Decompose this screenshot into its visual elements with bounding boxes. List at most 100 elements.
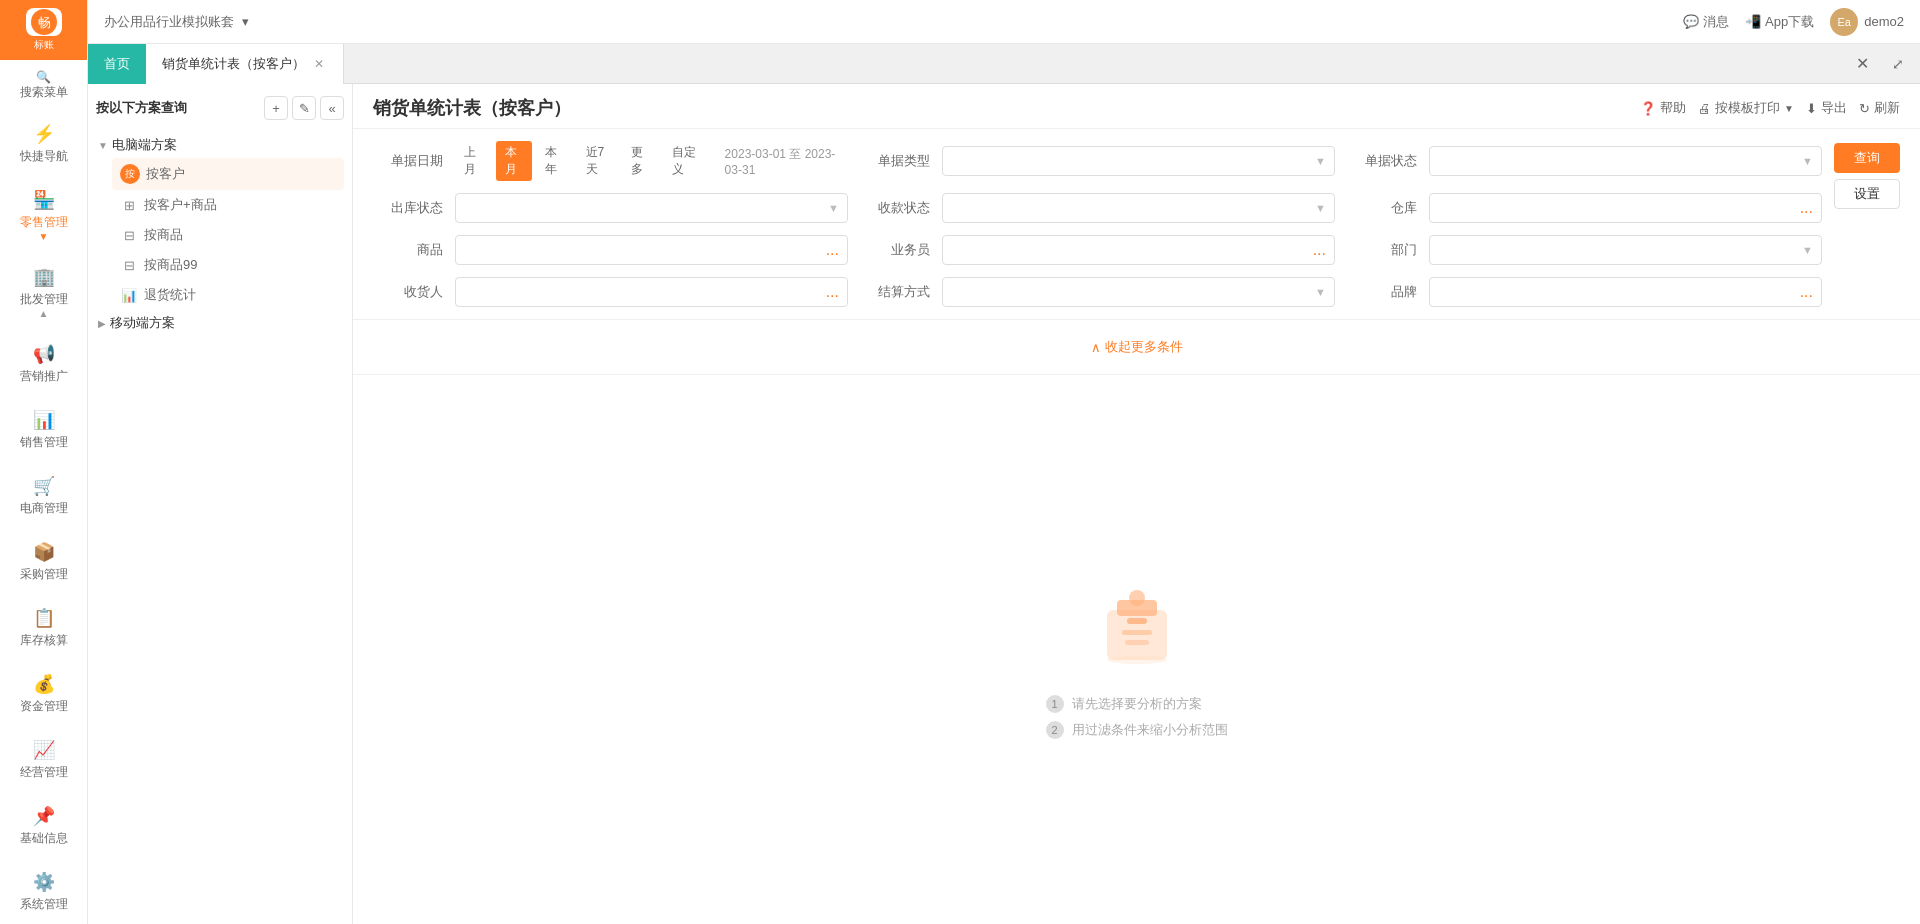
retail-icon: 🏪 [33,189,55,211]
left-panel: 按以下方案查询 + ✎ « ▼ 电脑端方案 [88,84,353,924]
tab-sales-stat-close[interactable]: ✕ [311,56,327,72]
inventory-label: 库存核算 [20,632,68,649]
add-scheme-btn[interactable]: + [264,96,288,120]
date-tab-thisyear[interactable]: 本年 [536,141,573,181]
industry-selector[interactable]: 办公用品行业模拟账套 [104,13,234,31]
sidebar-item-finance[interactable]: 💰 资金管理 [0,661,87,727]
by-goods-icon: ⊟ [120,226,138,244]
sidebar-item-sales[interactable]: 📊 销售管理 [0,397,87,463]
message-btn[interactable]: 💬 消息 [1683,13,1729,31]
export-btn[interactable]: ⬇ 导出 [1806,99,1847,117]
date-label: 单据日期 [373,152,443,170]
brand-select[interactable]: ... [1429,277,1822,307]
tree-child-by-customer-goods[interactable]: ⊞ 按客户+商品 [112,190,344,220]
query-btn[interactable]: 查询 [1834,143,1900,173]
refresh-btn[interactable]: ↻ 刷新 [1859,99,1900,117]
by-goods-label: 按商品 [144,226,183,244]
inventory-icon: 📋 [33,607,55,629]
collapse-panel-btn[interactable]: « [320,96,344,120]
print-dropdown-icon: ▼ [1784,103,1794,114]
tree-child-return-stats[interactable]: 📊 退货统计 [112,280,344,310]
svg-rect-7 [1125,640,1149,645]
collapse-up-icon: ∧ [1091,340,1101,355]
tab-home[interactable]: 首页 [88,44,146,84]
tab-sales-stat-label: 销货单统计表（按客户） [162,55,305,73]
department-caret: ▼ [1802,244,1813,256]
user-area[interactable]: Ea demo2 [1830,8,1904,36]
type-label: 单据类型 [860,152,930,170]
sales-icon: 📊 [33,409,55,431]
collapse-label: 收起更多条件 [1105,338,1183,356]
sidebar-item-system[interactable]: ⚙️ 系统管理 [0,859,87,924]
tree-parent-mobile[interactable]: ▶ 移动端方案 [96,310,344,336]
type-field-wrap: ▼ [942,146,1335,176]
edit-scheme-btn[interactable]: ✎ [292,96,316,120]
date-tab-custom[interactable]: 自定义 [663,141,709,181]
left-panel-title: 按以下方案查询 [96,99,187,117]
date-tab-more[interactable]: 更多 [622,141,659,181]
industry-dropdown-icon[interactable]: ▾ [242,14,249,29]
sidebar-item-purchase[interactable]: 📦 采购管理 [0,529,87,595]
warehouse-select[interactable]: ... [1429,193,1822,223]
sidebar-item-marketing[interactable]: 📢 营销推广 [0,331,87,397]
marketing-icon: 📢 [33,343,55,365]
department-select[interactable]: ▼ [1429,235,1822,265]
system-icon: ⚙️ [33,871,55,893]
date-tab-lastmonth[interactable]: 上月 [455,141,492,181]
tab-sales-stat[interactable]: 销货单统计表（按客户） ✕ [146,44,344,84]
receiver-select[interactable]: ... [455,277,848,307]
app-download-btn[interactable]: 📲 App下载 [1745,13,1814,31]
sidebar-item-quicknav[interactable]: ⚡ 快捷导航 [0,111,87,177]
sidebar-item-wholesale[interactable]: 🏢 批发管理 ▲ [0,254,87,331]
tree-parent-desktop[interactable]: ▼ 电脑端方案 [96,132,344,158]
tree-arrow-mobile: ▶ [98,318,106,329]
sidebar-item-retail[interactable]: 🏪 零售管理 ▼ [0,177,87,254]
goods-label: 商品 [373,241,443,259]
filter-row-4: 收货人 ... 结算方式 ▼ [373,277,1822,307]
tree-child-by-goods[interactable]: ⊟ 按商品 [112,220,344,250]
sidebar-item-ecommerce[interactable]: 🛒 电商管理 [0,463,87,529]
purchase-label: 采购管理 [20,566,68,583]
tab-bar: 首页 销货单统计表（按客户） ✕ ✕ ⤢ [88,44,1920,84]
tab-maximize-btn[interactable]: ⤢ [1884,50,1912,78]
sidebar-item-basic[interactable]: 📌 基础信息 [0,793,87,859]
print-btn[interactable]: 🖨 按模板打印 ▼ [1698,99,1794,117]
status-select[interactable]: ▼ [1429,146,1822,176]
date-tab-thismonth[interactable]: 本月 [496,141,533,181]
top-bar: 办公用品行业模拟账套 ▾ 💬 消息 📲 App下载 Ea demo2 [88,0,1920,44]
avatar: Ea [1830,8,1858,36]
tab-close-btn[interactable]: ✕ [1848,50,1876,78]
out-status-select[interactable]: ▼ [455,193,848,223]
empty-tip-1: 1 请先选择要分析的方案 [1046,695,1228,713]
help-btn[interactable]: ❓ 帮助 [1640,99,1686,117]
salesperson-dots: ... [1313,241,1326,259]
retail-label: 零售管理 [20,214,68,231]
salesperson-select[interactable]: ... [942,235,1335,265]
brand-wrap: ... [1429,277,1822,307]
pay-status-caret: ▼ [1315,202,1326,214]
type-select[interactable]: ▼ [942,146,1335,176]
pay-status-select[interactable]: ▼ [942,193,1335,223]
payment-method-select[interactable]: ▼ [942,277,1335,307]
by-customer-label: 按客户 [146,165,185,183]
svg-text:畅: 畅 [37,15,50,30]
page-header-actions: ❓ 帮助 🖨 按模板打印 ▼ ⬇ 导出 ↻ 刷新 [1640,99,1900,117]
brand-label: 品牌 [1347,283,1417,301]
sidebar-item-inventory[interactable]: 📋 库存核算 [0,595,87,661]
main-wrapper: 办公用品行业模拟账套 ▾ 💬 消息 📲 App下载 Ea demo2 首页 销货… [88,0,1920,924]
goods-select[interactable]: ... [455,235,848,265]
sidebar-item-operations[interactable]: 📈 经营管理 [0,727,87,793]
message-label: 消息 [1703,13,1729,31]
tree-children-desktop: 按 按客户 ⊞ 按客户+商品 ⊟ 按商品 ⊟ 按商品99 [96,158,344,310]
date-tab-7days[interactable]: 近7天 [577,141,619,181]
pay-status-wrap: ▼ [942,193,1335,223]
setting-btn[interactable]: 设置 [1834,179,1900,209]
tree-child-by-customer[interactable]: 按 按客户 [112,158,344,190]
refresh-icon: ↻ [1859,101,1870,116]
sidebar-search[interactable]: 🔍 搜索菜单 [0,60,87,111]
page-title: 销货单统计表（按客户） [373,96,571,120]
export-label: 导出 [1821,99,1847,117]
collapse-more-btn[interactable]: ∧ 收起更多条件 [1075,332,1199,362]
tree-child-by-goods99[interactable]: ⊟ 按商品99 [112,250,344,280]
filter-area: 单据日期 上月 本月 本年 近7天 更多 自定义 20 [353,129,1920,320]
